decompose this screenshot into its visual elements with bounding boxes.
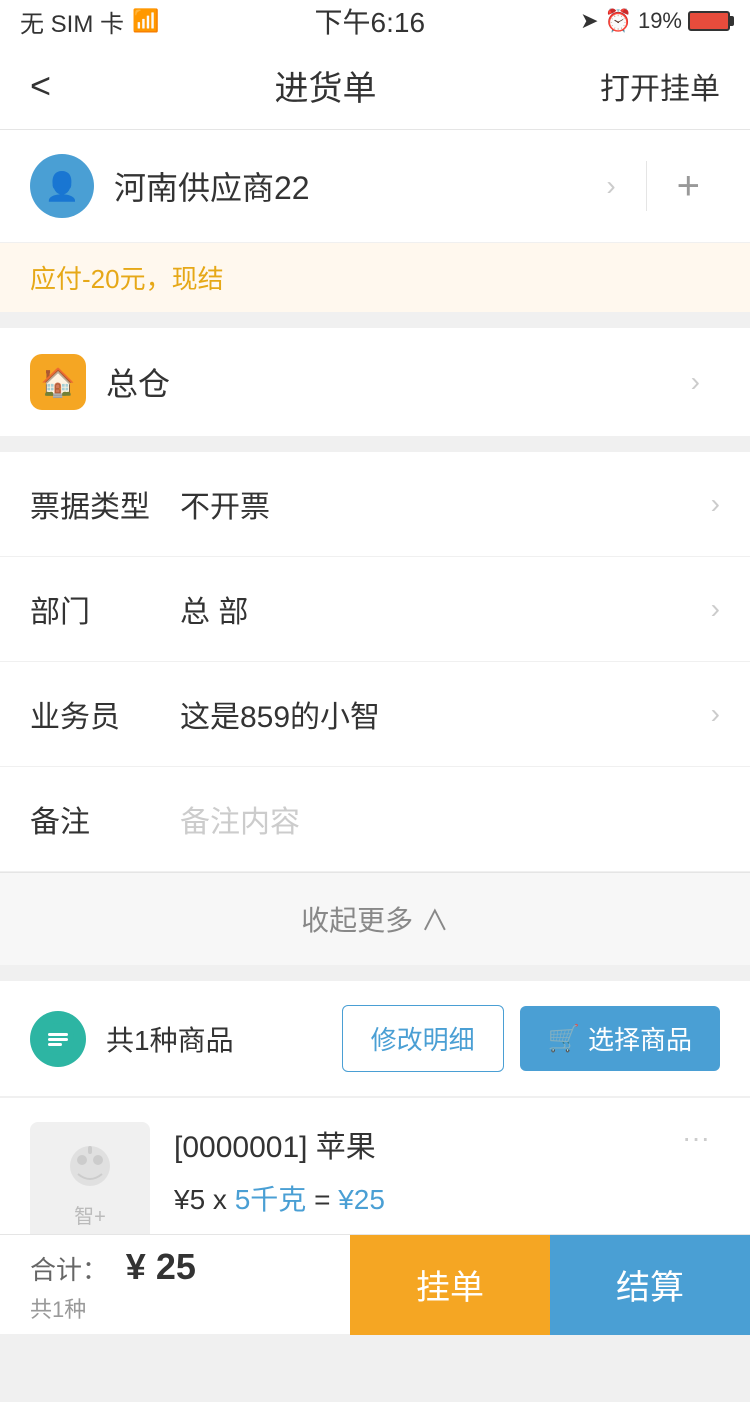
notice-text: 应付-20元，现结 (30, 264, 224, 294)
product-thumbnail: 智+ (30, 1122, 150, 1242)
salesperson-value: 这是859的小智 (170, 692, 711, 736)
footer-sub-label: 共1种 (30, 1292, 320, 1324)
salesperson-chevron-icon: › (711, 698, 720, 730)
battery-icon (688, 11, 730, 31)
warehouse-chevron-icon: › (691, 366, 700, 398)
department-value: 总 部 (170, 587, 711, 631)
product-header: 共1种商品 修改明细 🛒 选择商品 (0, 981, 750, 1097)
salesperson-row[interactable]: 业务员 这是859的小智 › (0, 662, 750, 767)
battery-percent: 19% (638, 8, 682, 34)
department-label: 部门 (30, 587, 170, 631)
chevron-right-icon: › (606, 170, 615, 202)
remark-row[interactable]: 备注 备注内容 (0, 767, 750, 872)
product-more-button[interactable]: ··· (672, 1122, 720, 1154)
warehouse-name: 总仓 (106, 359, 691, 405)
warehouse-row[interactable]: 🏠 总仓 › (0, 328, 750, 436)
supplier-name: 河南供应商22 (114, 163, 606, 209)
back-button[interactable]: < (30, 65, 51, 107)
remark-label: 备注 (30, 797, 170, 841)
invoice-type-label: 票据类型 (30, 482, 170, 526)
notice-bar: 应付-20元，现结 (0, 243, 750, 312)
total-label: 合计： (30, 1255, 108, 1285)
product-name: [0000001] 苹果 (174, 1122, 672, 1166)
open-hang-button[interactable]: 打开挂单 (600, 64, 720, 108)
status-bar: 无 SIM 卡 📶 下午6:16 ➤ ⏰ 19% (0, 0, 750, 42)
collapse-label: 收起更多 ∧ (301, 905, 449, 936)
settle-button[interactable]: 结算 (550, 1235, 750, 1335)
page-title: 进货单 (275, 61, 377, 110)
form-section: 票据类型 不开票 › 部门 总 部 › 业务员 这是859的小智 › 备注 备注… (0, 452, 750, 965)
status-time: 下午6:16 (315, 1, 426, 41)
wifi-icon: 📶 (132, 8, 159, 34)
select-product-label: 选择商品 (588, 1020, 692, 1057)
product-count-text: 共1种商品 (106, 1019, 342, 1059)
warehouse-section: 🏠 总仓 › (0, 328, 750, 436)
avatar-icon: 👤 (45, 170, 80, 203)
salesperson-label: 业务员 (30, 692, 170, 736)
remark-value: 备注内容 (170, 797, 720, 841)
product-unit-price: ¥5 x (174, 1184, 235, 1215)
product-equals: = (314, 1184, 338, 1215)
product-count-icon (30, 1011, 86, 1067)
total-amount: ¥ 25 (126, 1246, 196, 1287)
carrier-label: 无 SIM 卡 (20, 4, 124, 39)
product-info: [0000001] 苹果 ¥5 x 5千克 = ¥25 (174, 1122, 672, 1218)
invoice-type-row[interactable]: 票据类型 不开票 › (0, 452, 750, 557)
footer-total: 合计： ¥ 25 共1种 (0, 1246, 350, 1324)
product-section: 共1种商品 修改明细 🛒 选择商品 智+ [0000001] (0, 981, 750, 1266)
nav-bar: < 进货单 打开挂单 (0, 42, 750, 130)
warehouse-icon: 🏠 (30, 354, 86, 410)
edit-detail-button[interactable]: 修改明细 (342, 1005, 504, 1072)
location-icon: ➤ (580, 8, 598, 34)
product-code: [0000001] (174, 1131, 316, 1164)
supplier-divider (646, 161, 647, 211)
hang-button[interactable]: 挂单 (350, 1235, 550, 1335)
alarm-icon: ⏰ (605, 8, 632, 34)
department-row[interactable]: 部门 总 部 › (0, 557, 750, 662)
invoice-type-value: 不开票 (170, 482, 711, 526)
supplier-row[interactable]: 👤 河南供应商22 › + (0, 130, 750, 243)
status-left: 无 SIM 卡 📶 (20, 4, 159, 39)
select-product-button[interactable]: 🛒 选择商品 (520, 1006, 720, 1071)
footer: 合计： ¥ 25 共1种 挂单 结算 (0, 1234, 750, 1334)
product-total: ¥25 (338, 1184, 385, 1215)
product-title: 苹果 (316, 1131, 376, 1164)
status-right: ➤ ⏰ 19% (580, 8, 730, 34)
add-supplier-button[interactable]: + (657, 164, 720, 209)
product-quantity: 5千克 (235, 1184, 307, 1215)
footer-total-row: 合计： ¥ 25 (30, 1246, 320, 1288)
cart-icon: 🛒 (548, 1023, 580, 1054)
supplier-avatar: 👤 (30, 154, 94, 218)
department-chevron-icon: › (711, 593, 720, 625)
invoice-chevron-icon: › (711, 488, 720, 520)
collapse-bar[interactable]: 收起更多 ∧ (0, 872, 750, 965)
supplier-section: 👤 河南供应商22 › + 应付-20元，现结 (0, 130, 750, 312)
product-price: ¥5 x 5千克 = ¥25 (174, 1178, 672, 1218)
